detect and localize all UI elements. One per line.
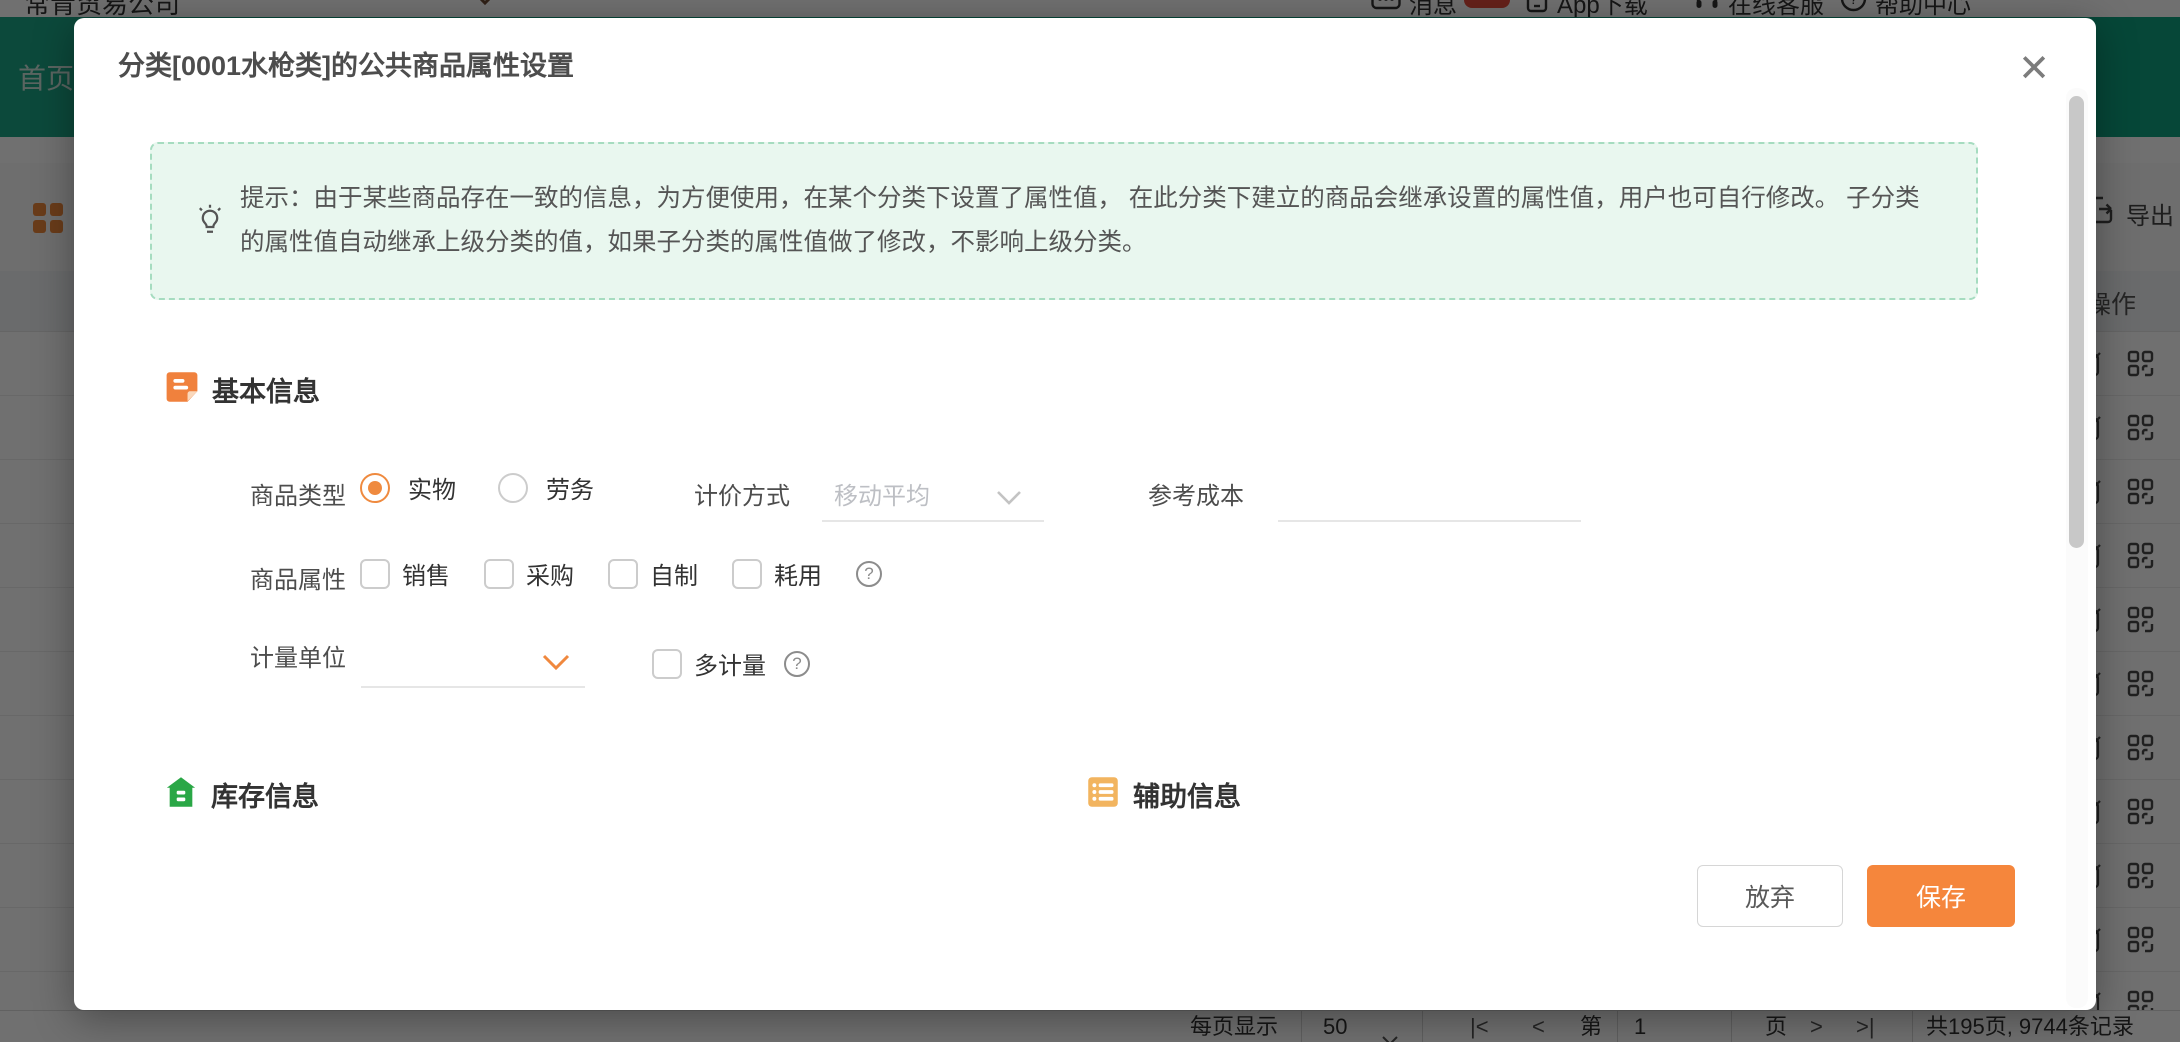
checkbox-consume[interactable] bbox=[732, 558, 762, 589]
dialog-title: 分类[0001水枪类]的公共商品属性设置 bbox=[118, 51, 575, 81]
multi-unit-option: 多计量 ? bbox=[652, 646, 810, 681]
basic-info-icon bbox=[166, 371, 198, 408]
section-basic-info: 基本信息 bbox=[166, 370, 320, 409]
radio-service[interactable] bbox=[498, 472, 528, 503]
unit-label: 计量单位 bbox=[250, 645, 346, 672]
attributes-label: 商品属性 bbox=[250, 567, 346, 594]
section-label: 基本信息 bbox=[212, 377, 320, 407]
section-inventory-info: 库存信息 bbox=[165, 775, 319, 814]
type-label: 商品类型 bbox=[250, 483, 346, 510]
tip-box: 提示：由于某些商品存在一致的信息，为方便使用，在某个分类下设置了属性值， 在此分… bbox=[150, 142, 1978, 300]
type-radio-group: 实物 劳务 bbox=[360, 470, 618, 505]
close-icon[interactable]: ✕ bbox=[2010, 44, 2058, 92]
multi-unit-label[interactable]: 多计量 bbox=[694, 646, 766, 681]
section-label: 库存信息 bbox=[211, 782, 319, 812]
auxiliary-list-icon bbox=[1087, 776, 1119, 813]
checkbox-purchase-label[interactable]: 采购 bbox=[526, 556, 574, 591]
pricing-underline bbox=[822, 520, 1044, 522]
section-auxiliary-info: 辅助信息 bbox=[1087, 775, 1241, 814]
checkbox-self-made-label[interactable]: 自制 bbox=[650, 556, 698, 591]
radio-physical[interactable] bbox=[360, 472, 390, 503]
reference-cost-input[interactable] bbox=[1278, 520, 1581, 522]
save-button[interactable]: 保存 bbox=[1867, 865, 2015, 927]
checkbox-purchase[interactable] bbox=[484, 558, 514, 589]
dialog-scrollbar-thumb[interactable] bbox=[2069, 96, 2084, 548]
attributes-help-icon[interactable]: ? bbox=[856, 560, 882, 587]
unit-dropdown-chevron-icon[interactable] bbox=[542, 654, 570, 677]
inventory-icon bbox=[165, 776, 197, 813]
radio-physical-label[interactable]: 实物 bbox=[408, 470, 456, 505]
checkbox-self-made[interactable] bbox=[608, 558, 638, 589]
section-label: 辅助信息 bbox=[1133, 782, 1241, 812]
checkbox-sale[interactable] bbox=[360, 558, 390, 589]
unit-select[interactable] bbox=[361, 686, 585, 688]
radio-service-label[interactable]: 劳务 bbox=[546, 470, 594, 505]
bulb-icon bbox=[192, 201, 228, 242]
category-attributes-dialog: 分类[0001水枪类]的公共商品属性设置 ✕ 提示：由于某些商品存在一致的信息，… bbox=[74, 18, 2096, 1010]
reference-cost-label: 参考成本 bbox=[1148, 483, 1244, 510]
dialog-scrollbar[interactable] bbox=[2066, 88, 2088, 1008]
checkbox-multi-unit[interactable] bbox=[652, 648, 682, 679]
multi-unit-help-icon[interactable]: ? bbox=[784, 650, 810, 677]
cancel-button[interactable]: 放弃 bbox=[1697, 865, 1843, 927]
checkbox-consume-label[interactable]: 耗用 bbox=[774, 556, 822, 591]
attributes-checkbox-group: 销售 采购 自制 耗用 ? bbox=[360, 556, 882, 591]
pricing-method-select[interactable]: 移动平均 bbox=[834, 476, 930, 511]
pricing-dropdown-chevron-icon[interactable] bbox=[996, 490, 1022, 511]
checkbox-sale-label[interactable]: 销售 bbox=[402, 556, 450, 591]
pricing-method-label: 计价方式 bbox=[694, 483, 790, 510]
tip-text: 提示：由于某些商品存在一致的信息，为方便使用，在某个分类下设置了属性值， 在此分… bbox=[240, 185, 1920, 256]
